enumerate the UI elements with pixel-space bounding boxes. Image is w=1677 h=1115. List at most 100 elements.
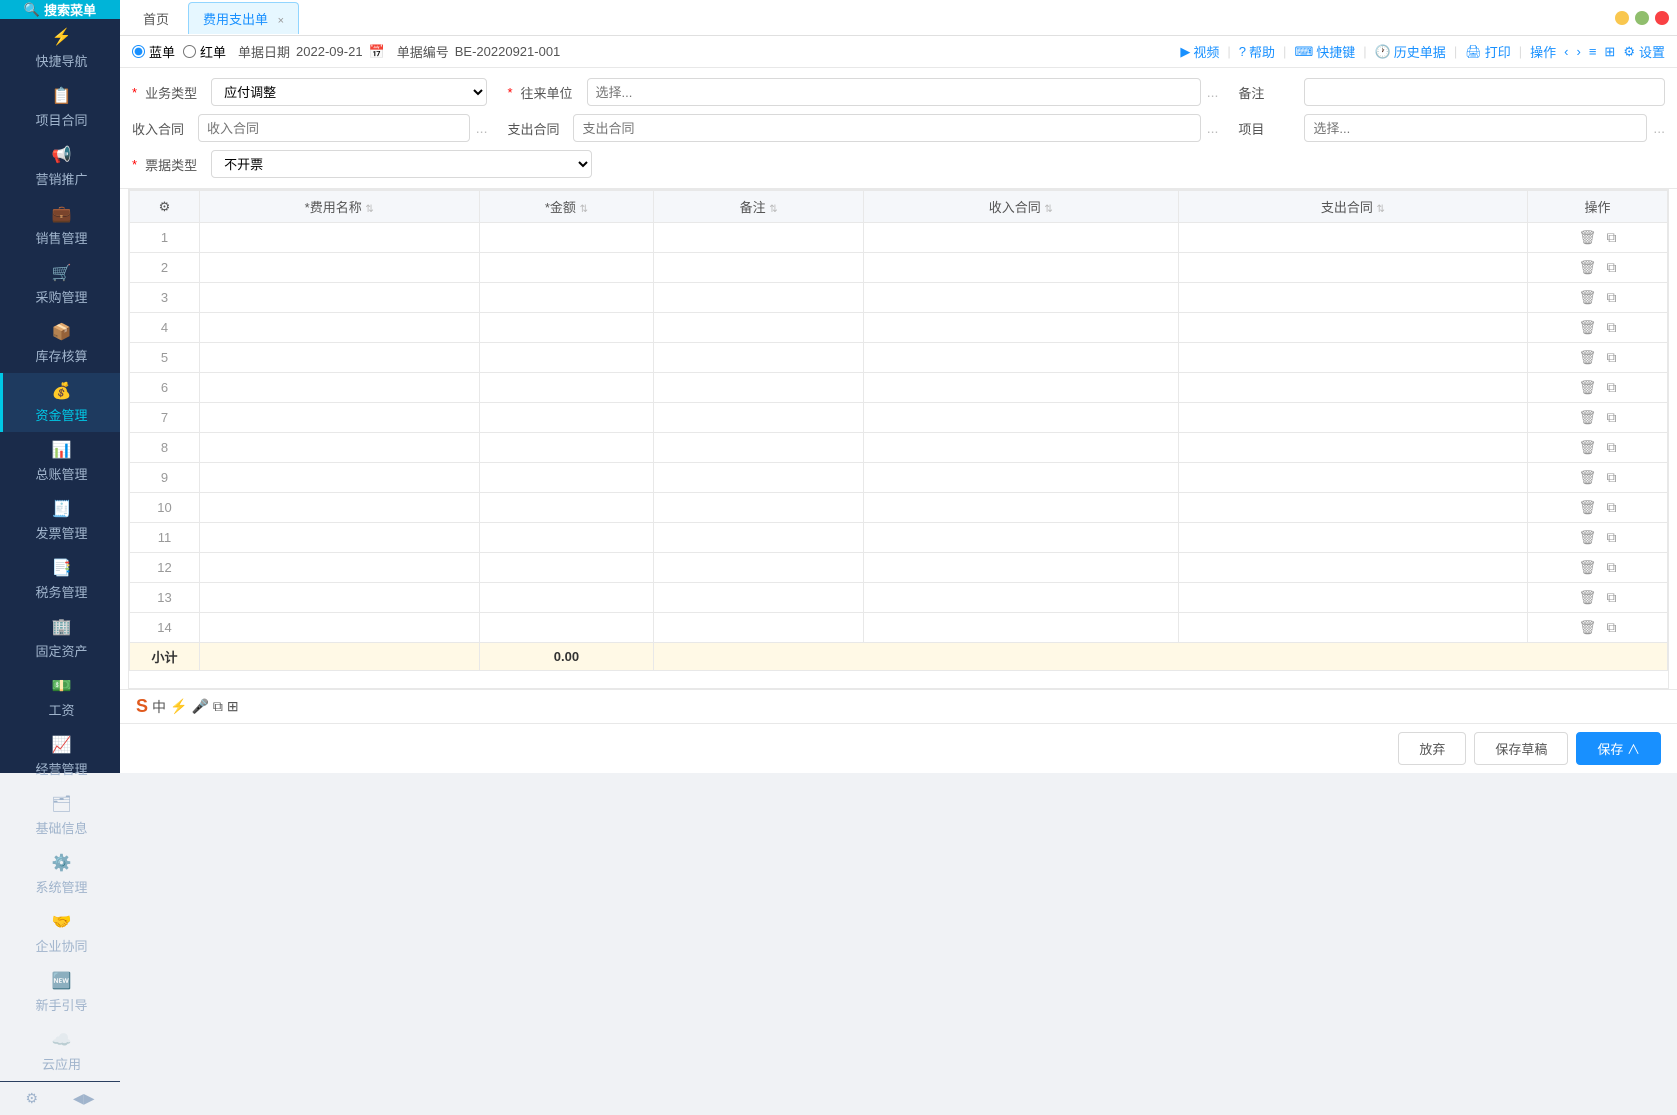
cell-remark[interactable] (654, 373, 864, 403)
print-action[interactable]: 🖨 打印 (1465, 42, 1511, 61)
delete-row-button[interactable]: 🗑 (1577, 497, 1599, 518)
nav-prev-btn[interactable]: ‹ (1564, 44, 1568, 59)
cell-expense-contract[interactable] (1178, 223, 1528, 253)
copy-row-button[interactable]: ⧉ (1604, 227, 1618, 248)
col-income-contract[interactable]: 收入合同 ⇅ (864, 191, 1179, 223)
col-remark[interactable]: 备注 ⇅ (654, 191, 864, 223)
sidebar-item-base-info[interactable]: 🗂 基础信息 (0, 786, 120, 845)
cell-income-contract[interactable] (864, 313, 1179, 343)
sidebar-item-tax[interactable]: 📑 税务管理 (0, 550, 120, 609)
cell-expense-contract[interactable] (1178, 493, 1528, 523)
nav-next-btn[interactable]: › (1576, 44, 1580, 59)
sidebar-item-sys[interactable]: ⚙️ 系统管理 (0, 845, 120, 904)
cell-expense-contract[interactable] (1178, 253, 1528, 283)
delete-row-button[interactable]: 🗑 (1577, 467, 1599, 488)
income-contract-input[interactable] (198, 114, 470, 142)
cell-amount[interactable] (479, 523, 654, 553)
cell-expense-name[interactable] (199, 223, 479, 253)
sidebar-item-invoice[interactable]: 🧾 发票管理 (0, 491, 120, 550)
project-dots[interactable]: ... (1653, 120, 1665, 136)
cell-amount[interactable] (479, 343, 654, 373)
cell-remark[interactable] (654, 493, 864, 523)
cell-remark[interactable] (654, 553, 864, 583)
cell-amount[interactable] (479, 253, 654, 283)
cell-remark[interactable] (654, 283, 864, 313)
delete-row-button[interactable]: 🗑 (1577, 407, 1599, 428)
operations-action[interactable]: 操作 (1530, 42, 1556, 61)
delete-row-button[interactable]: 🗑 (1577, 317, 1599, 338)
delete-row-button[interactable]: 🗑 (1577, 557, 1599, 578)
cell-expense-contract[interactable] (1178, 523, 1528, 553)
cell-amount[interactable] (479, 313, 654, 343)
cell-remark[interactable] (654, 253, 864, 283)
sidebar-header[interactable]: 🔍 搜索菜单 (0, 0, 120, 19)
cell-expense-name[interactable] (199, 493, 479, 523)
cell-expense-contract[interactable] (1178, 463, 1528, 493)
cell-expense-contract[interactable] (1178, 403, 1528, 433)
shortcut-action[interactable]: ⌨ 快捷键 (1294, 42, 1355, 61)
cell-remark[interactable] (654, 223, 864, 253)
cell-amount[interactable] (479, 463, 654, 493)
cell-expense-name[interactable] (199, 553, 479, 583)
cell-expense-contract[interactable] (1178, 433, 1528, 463)
sidebar-item-purchase[interactable]: 🛒 采购管理 (0, 255, 120, 314)
sidebar-item-cloud[interactable]: ☁️ 云应用 (0, 1022, 120, 1081)
sidebar-item-sales[interactable]: 💼 销售管理 (0, 196, 120, 255)
cell-remark[interactable] (654, 523, 864, 553)
cell-amount[interactable] (479, 553, 654, 583)
expense-table[interactable]: ⚙ *费用名称 ⇅ *金额 ⇅ 备注 ⇅ (128, 189, 1669, 689)
copy-row-button[interactable]: ⧉ (1604, 377, 1618, 398)
volume-icon[interactable]: ◀▶ (73, 1090, 95, 1107)
help-action[interactable]: ? 帮助 (1239, 42, 1275, 61)
tab-expense-bill[interactable]: 费用支出单 × (188, 2, 299, 34)
cell-amount[interactable] (479, 433, 654, 463)
cell-remark[interactable] (654, 403, 864, 433)
cell-amount[interactable] (479, 613, 654, 643)
calendar-icon[interactable]: 📅 (369, 44, 385, 60)
sidebar-item-project-contract[interactable]: 📋 项目合同 (0, 78, 120, 137)
settings-btn[interactable]: ⚙ 设置 (1623, 42, 1665, 61)
settings-gear-icon[interactable]: ⚙ (25, 1090, 38, 1107)
copy-row-button[interactable]: ⧉ (1604, 347, 1618, 368)
cell-expense-name[interactable] (199, 403, 479, 433)
cell-expense-name[interactable] (199, 583, 479, 613)
mic-icon[interactable]: 🎤 (191, 698, 208, 715)
cell-expense-name[interactable] (199, 343, 479, 373)
cell-expense-name[interactable] (199, 283, 479, 313)
copy-row-button[interactable]: ⧉ (1604, 287, 1618, 308)
copy-row-button[interactable]: ⧉ (1604, 437, 1618, 458)
copy-row-button[interactable]: ⧉ (1604, 467, 1618, 488)
tab-close-icon[interactable]: × (278, 15, 284, 27)
col-expense-name[interactable]: *费用名称 ⇅ (199, 191, 479, 223)
cell-remark[interactable] (654, 343, 864, 373)
cell-expense-name[interactable] (199, 373, 479, 403)
income-contract-dots[interactable]: ... (476, 120, 488, 136)
cell-income-contract[interactable] (864, 613, 1179, 643)
cell-remark[interactable] (654, 463, 864, 493)
copy-row-button[interactable]: ⧉ (1604, 257, 1618, 278)
sidebar-item-enterprise[interactable]: 🤝 企业协同 (0, 904, 120, 963)
cell-income-contract[interactable] (864, 343, 1179, 373)
cell-expense-contract[interactable] (1178, 313, 1528, 343)
video-action[interactable]: ▶ 视频 (1180, 42, 1219, 61)
sidebar-item-ops[interactable]: 📈 经营管理 (0, 727, 120, 786)
delete-row-button[interactable]: 🗑 (1577, 527, 1599, 548)
cell-income-contract[interactable] (864, 283, 1179, 313)
col-settings[interactable]: ⚙ (130, 191, 200, 223)
sidebar-item-new-guide[interactable]: 🆕 新手引导 (0, 963, 120, 1022)
cell-remark[interactable] (654, 433, 864, 463)
copy-row-button[interactable]: ⧉ (1604, 587, 1618, 608)
cell-remark[interactable] (654, 583, 864, 613)
delete-row-button[interactable]: 🗑 (1577, 437, 1599, 458)
sidebar-item-accounting[interactable]: 📊 总账管理 (0, 432, 120, 491)
zhong-icon[interactable]: 中 (152, 697, 166, 717)
history-action[interactable]: 🕐 历史单据 (1375, 42, 1446, 61)
view-list-btn[interactable]: ≡ (1589, 44, 1597, 59)
delete-row-button[interactable]: 🗑 (1577, 617, 1599, 638)
cell-expense-contract[interactable] (1178, 613, 1528, 643)
view-grid-btn[interactable]: ⊞ (1604, 44, 1615, 60)
expense-contract-input[interactable] (573, 114, 1200, 142)
copy-row-button[interactable]: ⧉ (1604, 317, 1618, 338)
cell-remark[interactable] (654, 613, 864, 643)
red-bill-radio[interactable]: 红单 (183, 42, 226, 61)
